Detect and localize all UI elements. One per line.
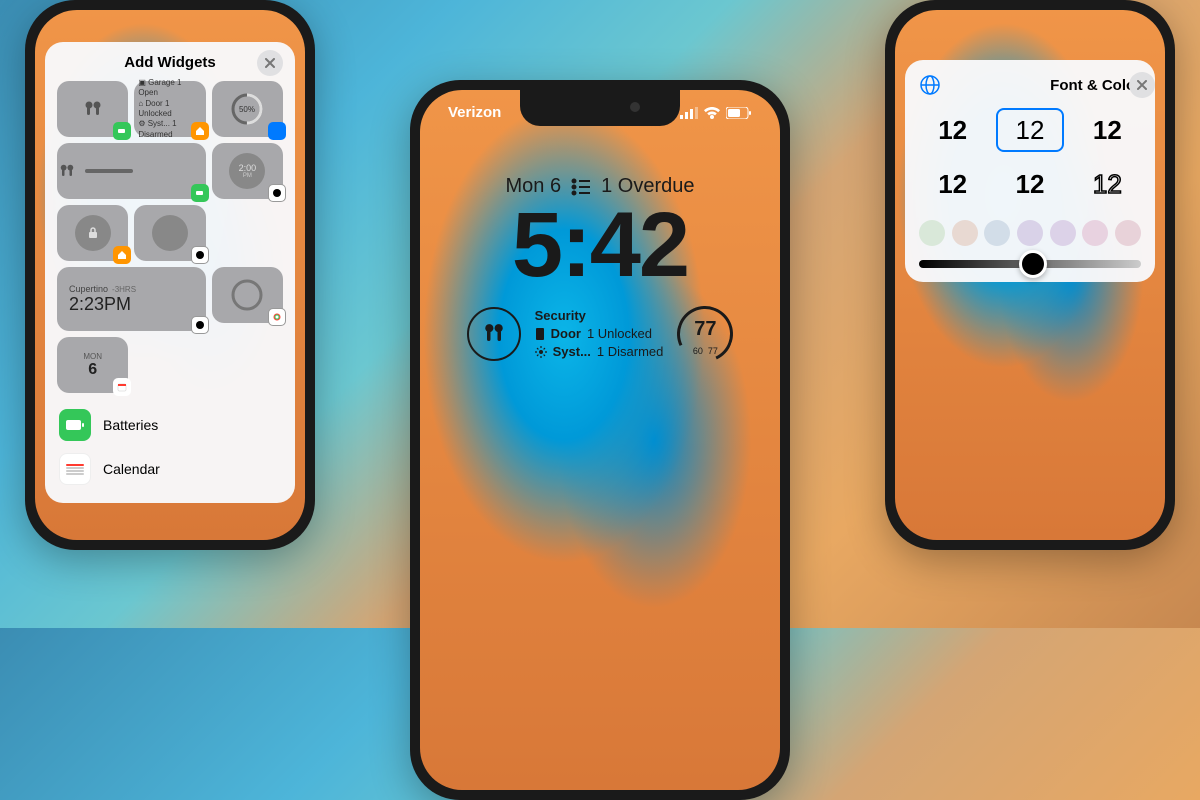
widget-circle[interactable] [134,205,205,261]
security-title: Security [535,307,664,325]
widget-calendar[interactable]: MON 6 [57,337,128,393]
close-icon [265,58,275,68]
door-icon [535,328,545,340]
airpods-icon [57,159,77,183]
airpods-icon [81,97,105,121]
close-button[interactable] [257,50,283,76]
home-badge-icon [113,246,131,264]
app-label: Calendar [103,461,160,477]
font-option-5[interactable]: 12 [996,162,1063,206]
date-num: 6 [88,361,97,379]
phone-right-screen: Font & Color 12 12 12 12 12 12 [895,10,1165,540]
font-option-1[interactable]: 12 [919,108,986,152]
weather-range: 60 77 [677,346,733,356]
carrier-label: Verizon [448,104,501,121]
widget-weather[interactable]: 77 60 77 [677,306,733,362]
panel-header: Add Widgets [57,54,283,71]
widget-airpods[interactable] [57,81,128,137]
batteries-app-icon [59,409,91,441]
cellular-icon [680,107,698,119]
status-icons [680,104,752,121]
close-icon [1137,80,1147,90]
lockscreen-widgets: Security Door1 Unlocked Syst...1 Disarme… [420,306,780,362]
widget-security[interactable]: Security Door1 Unlocked Syst...1 Disarme… [535,306,664,362]
widget-apps-list: Batteries Calendar [57,403,283,491]
font-option-6[interactable]: 12 [1074,162,1141,206]
font-option-3[interactable]: 12 [1074,108,1141,152]
widget-airpods-wide[interactable] [57,143,206,199]
panel-header: Font & Color [919,74,1141,96]
color-swatch-2[interactable] [984,220,1010,246]
font-option-4[interactable]: 12 [919,162,986,206]
battery-badge-icon [113,122,131,140]
notch [520,90,680,126]
phone-center: Verizon Mon 6 1 Overdue 5:42 [410,80,790,800]
font-color-panel: Font & Color 12 12 12 12 12 12 [905,60,1155,282]
weather-temp: 77 [677,318,733,341]
panel-title: Font & Color [1050,77,1141,94]
blue-badge-icon [268,122,286,140]
globe-icon[interactable] [919,74,941,96]
date-dow: MON [83,352,102,361]
font-grid: 12 12 12 12 12 12 [919,108,1141,206]
slider-thumb[interactable] [1019,250,1047,278]
ring-icon: 50% [229,91,265,127]
phone-left: Add Widgets ▣ Garage 1 Open ⌂ Door 1 Unl… [25,0,315,550]
color-swatch-3[interactable] [1017,220,1043,246]
close-button[interactable] [1129,72,1155,98]
lockscreen-time[interactable]: 5:42 [420,193,780,298]
color-swatch-1[interactable] [952,220,978,246]
app-label: Batteries [103,417,158,433]
city-time: 2:23PM [69,294,131,315]
clock-badge-icon [268,184,286,202]
svg-text:50%: 50% [239,105,255,114]
calendar-app-icon [59,453,91,485]
system-icon [535,346,547,358]
widget-world-clock[interactable]: Cupertino -3HRS 2:23PM [57,267,206,331]
color-swatch-6[interactable] [1115,220,1141,246]
activity-badge-icon [268,308,286,326]
color-swatch-4[interactable] [1050,220,1076,246]
clock-badge-icon [191,246,209,264]
wifi-icon [704,107,720,119]
color-swatch-5[interactable] [1082,220,1108,246]
add-widgets-panel: Add Widgets ▣ Garage 1 Open ⌂ Door 1 Unl… [45,42,295,503]
widget-lock[interactable] [57,205,128,261]
panel-title: Add Widgets [124,54,216,71]
phone-left-screen: Add Widgets ▣ Garage 1 Open ⌂ Door 1 Unl… [35,10,305,540]
widget-battery-ring[interactable]: 50% [212,81,283,137]
city-label: Cupertino [69,284,108,294]
battery-badge-icon [191,184,209,202]
color-swatch-0[interactable] [919,220,945,246]
ring-icon [229,277,265,313]
clock-badge-icon [191,316,209,334]
app-batteries[interactable]: Batteries [57,403,283,447]
color-row [919,220,1141,246]
lockscreen: Mon 6 1 Overdue 5:42 Security Door1 Unlo… [420,175,780,362]
widget-ring-2[interactable] [212,267,283,323]
mini-time: 2:00 [239,163,257,173]
calendar-badge-icon [113,378,131,396]
phone-center-screen: Verizon Mon 6 1 Overdue 5:42 [420,90,780,790]
widget-airpods[interactable] [467,306,521,362]
battery-icon [726,107,752,119]
font-option-2[interactable]: 12 [996,108,1063,152]
airpods-icon [480,320,508,348]
lock-icon [86,226,100,240]
widget-clock-small[interactable]: 2:00 PM [212,143,283,199]
app-calendar[interactable]: Calendar [57,447,283,491]
widget-grid: ▣ Garage 1 Open ⌂ Door 1 Unlocked ⚙ Syst… [57,81,283,393]
home-badge-icon [191,122,209,140]
widget-security[interactable]: ▣ Garage 1 Open ⌂ Door 1 Unlocked ⚙ Syst… [134,81,205,137]
phone-right: Font & Color 12 12 12 12 12 12 [885,0,1175,550]
intensity-slider[interactable] [919,260,1141,268]
